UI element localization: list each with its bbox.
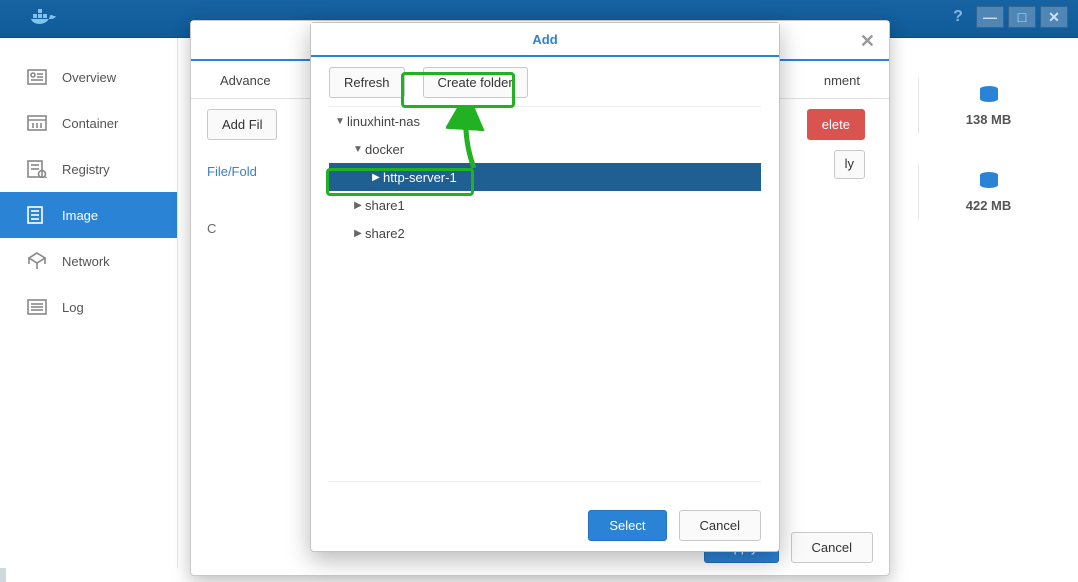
folder-tree: ▼ linuxhint-nas ▼ docker ▶ http-server-1…: [329, 106, 761, 482]
sidebar-item-registry[interactable]: Registry: [0, 146, 177, 192]
chevron-down-icon: ▼: [333, 116, 347, 127]
select-button[interactable]: Select: [588, 510, 666, 541]
docker-whale-icon: [30, 8, 56, 31]
tree-node-root[interactable]: ▼ linuxhint-nas: [329, 107, 761, 135]
sidebar: Overview Container Registry Image Networ…: [0, 38, 178, 568]
tree-node-label: share1: [365, 198, 405, 213]
chevron-right-icon: ▶: [351, 228, 365, 239]
refresh-button[interactable]: Refresh: [329, 67, 405, 98]
image-size-label: 422 MB: [966, 198, 1012, 213]
sidebar-item-label: Container: [62, 116, 118, 131]
image-size-block: 422 MB: [918, 164, 1058, 220]
apply-fragment-button[interactable]: ly: [834, 150, 865, 179]
chevron-down-icon: ▼: [351, 144, 365, 155]
container-icon: [26, 112, 48, 134]
tree-node-label: http-server-1: [383, 170, 457, 185]
minimize-button[interactable]: —: [976, 6, 1004, 28]
image-size-block: 138 MB: [918, 78, 1058, 134]
chevron-right-icon: ▶: [369, 172, 383, 183]
tree-node-http-server-1[interactable]: ▶ http-server-1: [329, 163, 761, 191]
sidebar-item-container[interactable]: Container: [0, 100, 177, 146]
chevron-right-icon: ▶: [351, 200, 365, 211]
help-button[interactable]: ?: [944, 6, 972, 28]
sidebar-item-overview[interactable]: Overview: [0, 54, 177, 100]
add-dialog-footer: Select Cancel: [588, 510, 761, 541]
close-icon[interactable]: ✕: [860, 31, 875, 52]
log-icon: [26, 296, 48, 318]
c-label: C: [207, 221, 216, 236]
add-dialog-title: Add: [311, 23, 779, 57]
add-dialog-toolbar: Refresh Create folder: [311, 57, 779, 106]
network-icon: [26, 250, 48, 272]
add-file-button[interactable]: Add Fil: [207, 109, 277, 140]
delete-button[interactable]: elete: [807, 109, 865, 140]
image-size-label: 138 MB: [966, 112, 1012, 127]
file-folder-link[interactable]: File/Fold: [207, 164, 257, 179]
tab-advanced[interactable]: Advance: [201, 61, 290, 98]
create-folder-button[interactable]: Create folder: [423, 67, 528, 98]
tree-node-label: linuxhint-nas: [347, 114, 420, 129]
sidebar-item-label: Log: [62, 300, 84, 315]
sidebar-item-label: Network: [62, 254, 110, 269]
image-size-panel: 138 MB 422 MB: [918, 78, 1058, 250]
image-icon: [26, 204, 48, 226]
cancel-button[interactable]: Cancel: [791, 532, 873, 563]
tree-node-share1[interactable]: ▶ share1: [329, 191, 761, 219]
sidebar-item-log[interactable]: Log: [0, 284, 177, 330]
window-buttons: ? — □ ✕: [944, 6, 1068, 28]
tree-node-label: share2: [365, 226, 405, 241]
tree-node-label: docker: [365, 142, 404, 157]
close-button[interactable]: ✕: [1040, 6, 1068, 28]
sidebar-item-network[interactable]: Network: [0, 238, 177, 284]
tab-environment[interactable]: nment: [805, 61, 879, 98]
add-dialog: Add Refresh Create folder ▼ linuxhint-na…: [310, 22, 780, 552]
tree-node-share2[interactable]: ▶ share2: [329, 219, 761, 247]
cancel-button[interactable]: Cancel: [679, 510, 761, 541]
sidebar-item-label: Image: [62, 208, 98, 223]
sidebar-item-image[interactable]: Image: [0, 192, 177, 238]
sidebar-item-label: Registry: [62, 162, 110, 177]
registry-icon: [26, 158, 48, 180]
database-icon: [978, 171, 1000, 194]
tree-node-docker[interactable]: ▼ docker: [329, 135, 761, 163]
database-icon: [978, 85, 1000, 108]
maximize-button[interactable]: □: [1008, 6, 1036, 28]
overview-icon: [26, 66, 48, 88]
sidebar-item-label: Overview: [62, 70, 116, 85]
